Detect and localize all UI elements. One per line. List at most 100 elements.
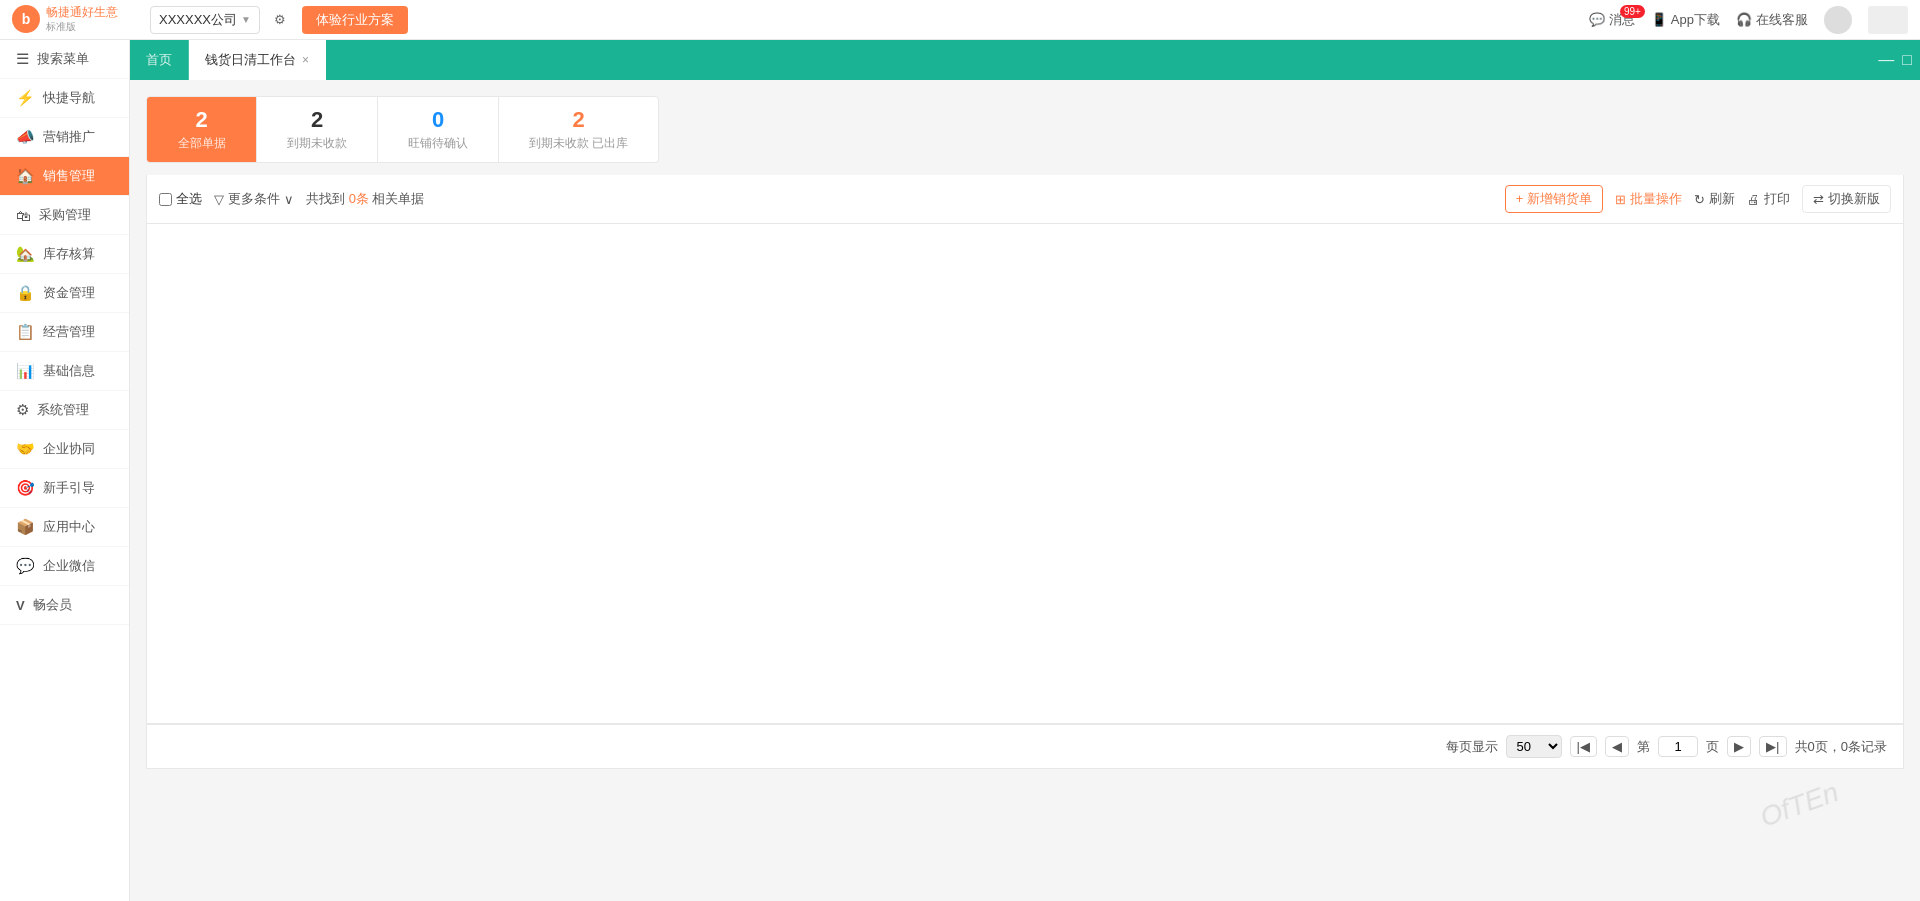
filter-icon: ▽	[214, 192, 224, 207]
sidebar-item-corp-collab[interactable]: 🤝 企业协同	[0, 430, 129, 469]
quick-nav-icon: ⚡	[16, 89, 35, 107]
stat-tab-overdue[interactable]: 2 到期未收款	[257, 97, 378, 162]
batch-label: 批量操作	[1630, 190, 1682, 208]
found-text: 共找到 0条 相关单据	[306, 190, 424, 208]
app-download-label: App下载	[1671, 11, 1720, 29]
beginner-icon: 🎯	[16, 479, 35, 497]
found-suffix: 相关单据	[372, 191, 424, 206]
trial-button[interactable]: 体验行业方案	[302, 6, 408, 34]
new-sales-order-button[interactable]: + 新增销货单	[1505, 185, 1603, 213]
sidebar-item-purchase-mgmt[interactable]: 🛍 采购管理	[0, 196, 129, 235]
sidebar-item-label: 新手引导	[43, 479, 95, 497]
corp-collab-icon: 🤝	[16, 440, 35, 458]
chevron-down-icon: ∨	[284, 192, 294, 207]
sidebar-item-search-menu[interactable]: ☰ 搜索菜单	[0, 40, 129, 79]
per-page-select[interactable]: 50 10 20 100	[1506, 735, 1562, 758]
table-area	[146, 224, 1904, 724]
sidebar-item-label: 经营管理	[43, 323, 95, 341]
toolbar: 全选 ▽ 更多条件 ∨ 共找到 0条 相关单据 + 新增销货单 ⊞ 批量操作 ↻…	[146, 175, 1904, 224]
sidebar-item-label: 基础信息	[43, 362, 95, 380]
found-count: 0条	[349, 191, 369, 206]
current-page-input[interactable]	[1658, 736, 1698, 757]
settings-button[interactable]: ⚙	[266, 6, 294, 34]
tab-workbench[interactable]: 钱货日清工作台 ×	[189, 40, 326, 80]
stat-num-overdue-out: 2	[529, 107, 628, 133]
stat-num-overdue: 2	[287, 107, 347, 133]
batch-operation-button[interactable]: ⊞ 批量操作	[1615, 190, 1682, 208]
header-right: 💬 消息 99+ 📱 App下载 🎧 在线客服	[1589, 6, 1908, 34]
select-all-input[interactable]	[159, 193, 172, 206]
refresh-icon: ↻	[1694, 192, 1705, 207]
page-label: 第	[1637, 738, 1650, 756]
tab-home[interactable]: 首页	[130, 40, 189, 80]
sidebar-item-basic-info[interactable]: 📊 基础信息	[0, 352, 129, 391]
sys-mgmt-icon: ⚙	[16, 401, 29, 419]
next-page-button[interactable]: ▶	[1727, 736, 1751, 757]
company-name: XXXXXX公司	[159, 11, 237, 29]
sidebar-item-sys-mgmt[interactable]: ⚙ 系统管理	[0, 391, 129, 430]
online-service-button[interactable]: 🎧 在线客服	[1736, 11, 1808, 29]
purchase-icon: 🛍	[16, 207, 31, 224]
main-content: 2 全部单据 2 到期未收款 0 旺铺待确认 2 到期未收款 已出库 全选 ▽ …	[130, 80, 1920, 901]
switch-icon: ⇄	[1813, 192, 1824, 207]
select-all-label: 全选	[176, 190, 202, 208]
tab-maximize-button[interactable]: □	[1902, 51, 1912, 69]
sidebar-item-marketing[interactable]: 📣 营销推广	[0, 118, 129, 157]
sidebar-item-inventory[interactable]: 🏡 库存核算	[0, 235, 129, 274]
switch-label: 切换新版	[1828, 190, 1880, 208]
user-name-btn[interactable]	[1868, 6, 1908, 34]
prev-page-button[interactable]: ◀	[1605, 736, 1629, 757]
online-service-label: 在线客服	[1756, 11, 1808, 29]
message-icon: 💬	[1589, 12, 1605, 27]
corp-wechat-icon: 💬	[16, 557, 35, 575]
filter-button[interactable]: ▽ 更多条件 ∨	[214, 190, 294, 208]
stat-tab-all[interactable]: 2 全部单据	[147, 97, 257, 162]
sidebar-item-vip[interactable]: V 畅会员	[0, 586, 129, 625]
tab-close-icon[interactable]: ×	[302, 53, 309, 67]
stat-tab-pending[interactable]: 0 旺铺待确认	[378, 97, 499, 162]
sidebar-item-finance[interactable]: 🔒 资金管理	[0, 274, 129, 313]
logo-icon: b	[12, 5, 40, 33]
logo-char: b	[22, 11, 31, 27]
toolbar-left: 全选 ▽ 更多条件 ∨ 共找到 0条 相关单据	[159, 190, 424, 208]
vip-icon: V	[16, 598, 25, 613]
select-all-checkbox[interactable]: 全选	[159, 190, 202, 208]
switch-version-button[interactable]: ⇄ 切换新版	[1802, 185, 1891, 213]
app-download-button[interactable]: 📱 App下载	[1651, 11, 1720, 29]
sidebar-item-label: 企业微信	[43, 557, 95, 575]
batch-icon: ⊞	[1615, 192, 1626, 207]
sidebar-item-sales-mgmt[interactable]: 🏠 销售管理	[0, 157, 129, 196]
sidebar-item-label: 系统管理	[37, 401, 89, 419]
sidebar-item-operations[interactable]: 📋 经营管理	[0, 313, 129, 352]
stat-label-pending: 旺铺待确认	[408, 135, 468, 152]
filter-label: 更多条件	[228, 190, 280, 208]
tab-minimize-button[interactable]: —	[1878, 51, 1894, 69]
inventory-icon: 🏡	[16, 245, 35, 263]
sidebar-item-app-center[interactable]: 📦 应用中心	[0, 508, 129, 547]
toolbar-right: + 新增销货单 ⊞ 批量操作 ↻ 刷新 🖨 打印 ⇄ 切换新版	[1505, 185, 1891, 213]
stat-tab-overdue-out[interactable]: 2 到期未收款 已出库	[499, 97, 658, 162]
first-page-button[interactable]: |◀	[1570, 736, 1597, 757]
stat-label-overdue-out: 到期未收款 已出库	[529, 135, 628, 152]
messages-button[interactable]: 💬 消息 99+	[1589, 11, 1635, 29]
sidebar-item-quick-nav[interactable]: ⚡ 快捷导航	[0, 79, 129, 118]
refresh-button[interactable]: ↻ 刷新	[1694, 190, 1735, 208]
found-prefix: 共找到	[306, 191, 345, 206]
sidebar-item-label: 快捷导航	[43, 89, 95, 107]
company-selector[interactable]: XXXXXX公司 ▼	[150, 6, 260, 34]
sidebar-item-beginner[interactable]: 🎯 新手引导	[0, 469, 129, 508]
stat-num-all: 2	[177, 107, 226, 133]
print-button[interactable]: 🖨 打印	[1747, 190, 1790, 208]
sidebar-item-label: 销售管理	[43, 167, 95, 185]
stat-num-pending: 0	[408, 107, 468, 133]
stat-tabs: 2 全部单据 2 到期未收款 0 旺铺待确认 2 到期未收款 已出库	[146, 96, 659, 163]
pagination: 每页显示 50 10 20 100 |◀ ◀ 第 页 ▶ ▶| 共0页，0条记录	[146, 724, 1904, 769]
search-menu-icon: ☰	[16, 50, 29, 68]
operations-icon: 📋	[16, 323, 35, 341]
sidebar-item-corp-wechat[interactable]: 💬 企业微信	[0, 547, 129, 586]
last-page-button[interactable]: ▶|	[1759, 736, 1786, 757]
avatar[interactable]	[1824, 6, 1852, 34]
sidebar-item-label: 畅会员	[33, 596, 72, 614]
sidebar-item-label: 搜索菜单	[37, 50, 89, 68]
tab-bar: 首页 钱货日清工作台 × — □	[130, 40, 1920, 80]
